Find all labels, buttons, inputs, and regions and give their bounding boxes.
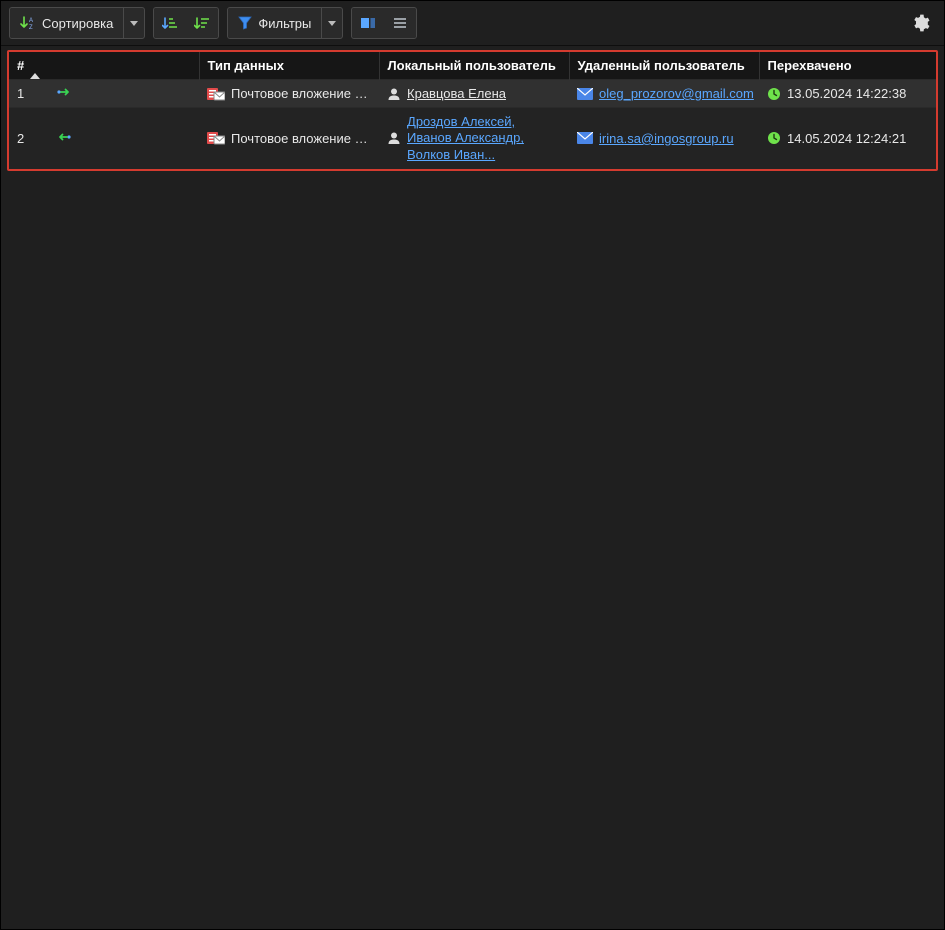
col-header-remote-user[interactable]: Удаленный пользователь bbox=[569, 52, 759, 80]
col-header-number[interactable]: # bbox=[9, 52, 199, 80]
list-view-icon bbox=[392, 15, 408, 31]
sort-button-group: A Z Сортировка bbox=[9, 7, 145, 39]
sort-az-icon: A Z bbox=[20, 15, 36, 31]
col-header-number-label: # bbox=[17, 58, 24, 73]
sort-button-label: Сортировка bbox=[42, 16, 113, 31]
cell-local-user: Дроздов Алексей, Иванов Александр, Волко… bbox=[379, 108, 569, 169]
mail-icon bbox=[577, 88, 593, 100]
cell-direction bbox=[49, 108, 199, 169]
view-list-button[interactable] bbox=[384, 8, 416, 38]
funnel-icon bbox=[238, 16, 252, 30]
cell-data-type: Почтовое вложение (sm... bbox=[199, 80, 379, 108]
filters-button-group: Фильтры bbox=[227, 7, 343, 39]
col-header-captured[interactable]: Перехвачено bbox=[759, 52, 936, 80]
sort-desc-button[interactable] bbox=[186, 8, 218, 38]
app-root: A Z Сортировка bbox=[0, 0, 945, 930]
table-row[interactable]: 2 bbox=[9, 108, 936, 169]
table-header-row: # Тип данных Локальный пользователь Удал… bbox=[9, 52, 936, 80]
mail-icon bbox=[577, 132, 593, 144]
user-icon bbox=[387, 87, 401, 101]
svg-text:Z: Z bbox=[29, 25, 33, 31]
arrow-in-icon bbox=[57, 131, 71, 143]
filters-button[interactable]: Фильтры bbox=[228, 8, 321, 38]
sort-desc-icon bbox=[194, 15, 210, 31]
results-table: # Тип данных Локальный пользователь Удал… bbox=[9, 52, 936, 169]
cell-row-number: 1 bbox=[9, 80, 49, 108]
user-icon bbox=[387, 131, 401, 145]
table-row[interactable]: 1 bbox=[9, 80, 936, 108]
cell-data-type: Почтовое вложение (po... bbox=[199, 108, 379, 169]
sort-dropdown-toggle[interactable] bbox=[123, 8, 144, 38]
cards-view-icon bbox=[360, 15, 376, 31]
captured-text: 14.05.2024 12:24:21 bbox=[787, 131, 906, 146]
data-type-text: Почтовое вложение (sm... bbox=[231, 86, 371, 101]
sort-direction-group bbox=[153, 7, 219, 39]
cell-remote-user: irina.sa@ingosgroup.ru bbox=[569, 108, 759, 169]
filters-button-label: Фильтры bbox=[258, 16, 311, 31]
sort-button[interactable]: A Z Сортировка bbox=[10, 8, 123, 38]
cell-captured: 14.05.2024 12:24:21 bbox=[759, 108, 936, 169]
caret-down-icon bbox=[328, 21, 336, 26]
toolbar: A Z Сортировка bbox=[1, 1, 944, 46]
cell-local-user: Кравцова Елена bbox=[379, 80, 569, 108]
clock-icon bbox=[767, 131, 781, 145]
sort-asc-button[interactable] bbox=[154, 8, 186, 38]
local-user-link[interactable]: Дроздов Алексей, Иванов Александр, Волко… bbox=[407, 114, 561, 163]
remote-user-link[interactable]: oleg_prozorov@gmail.com bbox=[599, 86, 754, 101]
cell-remote-user: oleg_prozorov@gmail.com bbox=[569, 80, 759, 108]
arrow-out-icon bbox=[57, 86, 71, 98]
sort-asc-icon bbox=[162, 15, 178, 31]
remote-user-link[interactable]: irina.sa@ingosgroup.ru bbox=[599, 131, 734, 146]
svg-text:A: A bbox=[29, 18, 33, 24]
cell-row-number: 2 bbox=[9, 108, 49, 169]
sort-ascending-icon bbox=[30, 58, 40, 79]
settings-button[interactable] bbox=[904, 7, 936, 39]
cell-captured: 13.05.2024 14:22:38 bbox=[759, 80, 936, 108]
view-cards-button[interactable] bbox=[352, 8, 384, 38]
attachment-icon bbox=[207, 131, 225, 145]
col-header-local-user[interactable]: Локальный пользователь bbox=[379, 52, 569, 80]
results-table-container: # Тип данных Локальный пользователь Удал… bbox=[7, 50, 938, 171]
local-user-link[interactable]: Кравцова Елена bbox=[407, 86, 506, 101]
cell-direction bbox=[49, 80, 199, 108]
data-type-text: Почтовое вложение (po... bbox=[231, 131, 371, 146]
col-header-data-type[interactable]: Тип данных bbox=[199, 52, 379, 80]
filters-dropdown-toggle[interactable] bbox=[321, 8, 342, 38]
gear-icon bbox=[910, 13, 930, 33]
captured-text: 13.05.2024 14:22:38 bbox=[787, 86, 906, 101]
view-mode-group bbox=[351, 7, 417, 39]
caret-down-icon bbox=[130, 21, 138, 26]
clock-icon bbox=[767, 87, 781, 101]
attachment-icon bbox=[207, 87, 225, 101]
